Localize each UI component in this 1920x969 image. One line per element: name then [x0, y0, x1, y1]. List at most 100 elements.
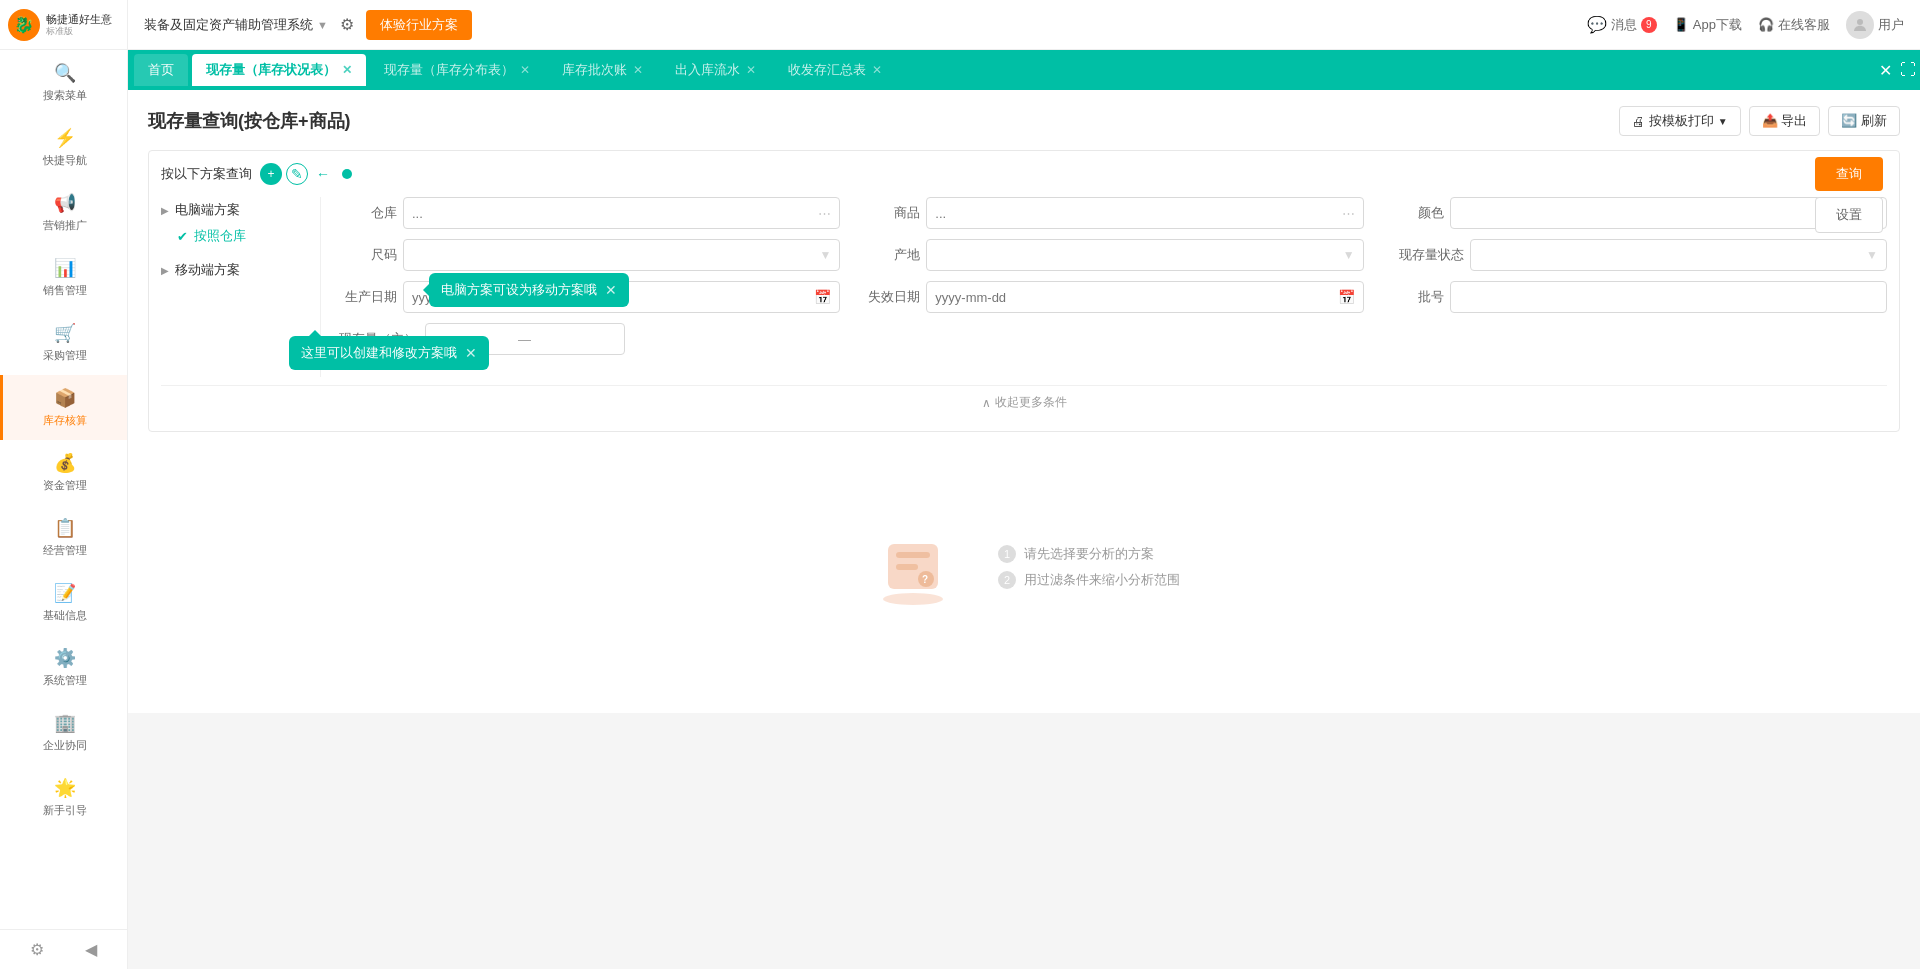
trial-button[interactable]: 体验行业方案	[366, 10, 472, 40]
sidebar-item-quicknav[interactable]: ⚡ 快捷导航	[0, 115, 127, 180]
operation-icon: 📋	[54, 517, 76, 539]
avatar	[1846, 11, 1874, 39]
search-button[interactable]: 查询	[1815, 157, 1883, 191]
svg-rect-3	[896, 552, 930, 558]
warehouse-input[interactable]	[412, 206, 818, 221]
add-scheme-button[interactable]: +	[260, 163, 282, 185]
sidebar-item-sales[interactable]: 📊 销售管理	[0, 245, 127, 310]
content-area: 现存量查询(按仓库+商品) 🖨 按模板打印 ▼ 📤 导出 🔄 刷新	[128, 90, 1920, 713]
calendar-icon-exp: 📅	[1338, 289, 1355, 305]
tab-close-inventory-dist[interactable]: ✕	[520, 63, 530, 77]
tab-receive-summary[interactable]: 收发存汇总表 ✕	[774, 54, 896, 86]
sidebar-item-enterprise[interactable]: 🏢 企业协同	[0, 700, 127, 765]
sidebar-item-purchase[interactable]: 🛒 采购管理	[0, 310, 127, 375]
tab-inventory-status[interactable]: 现存量（库存状况表） ✕	[192, 54, 366, 86]
scheme-children-pc: ✔ 按照仓库	[161, 223, 312, 249]
svg-rect-4	[896, 564, 918, 570]
page-header: 现存量查询(按仓库+商品) 🖨 按模板打印 ▼ 📤 导出 🔄 刷新	[148, 106, 1900, 136]
dropdown-arrow-icon: ▼	[317, 19, 328, 31]
toggle-mobile-icon: ▶	[161, 265, 169, 276]
export-button[interactable]: 📤 导出	[1749, 106, 1821, 136]
refresh-button[interactable]: 🔄 刷新	[1828, 106, 1900, 136]
system-selector[interactable]: 装备及固定资产辅助管理系统 ▼	[144, 16, 328, 34]
exp-date-field[interactable]	[935, 290, 1333, 305]
product-input[interactable]	[935, 206, 1341, 221]
scheme-node-pc[interactable]: ▶ 电脑端方案	[161, 197, 312, 223]
tab-inout-flow[interactable]: 出入库流水 ✕	[661, 54, 770, 86]
size-select[interactable]: ▼	[403, 239, 840, 271]
stock-status-select[interactable]: ▼	[1470, 239, 1887, 271]
main-content: 现存量查询(按仓库+商品) 🖨 按模板打印 ▼ 📤 导出 🔄 刷新	[128, 90, 1920, 969]
filter-cell-color: 颜色 ▼	[1384, 197, 1887, 229]
edit-scheme-button[interactable]: ✎	[286, 163, 308, 185]
headset-icon: 🎧	[1758, 17, 1774, 32]
topbar: 装备及固定资产辅助管理系统 ▼ ⚙ 体验行业方案 💬 消息 9 📱 App下载 …	[128, 0, 1920, 50]
batch-input-wrap[interactable]	[1450, 281, 1887, 313]
sidebar-item-finance[interactable]: 💰 资金管理	[0, 440, 127, 505]
collapse-sidebar-button[interactable]: ◀	[85, 940, 97, 959]
sales-icon: 📊	[54, 257, 76, 279]
sidebar-item-search[interactable]: 🔍 搜索菜单	[0, 50, 127, 115]
tab-close-inventory-status[interactable]: ✕	[342, 63, 352, 77]
sidebar-item-marketing[interactable]: 📢 营销推广	[0, 180, 127, 245]
printer-icon: 🖨	[1632, 114, 1645, 129]
user-item[interactable]: 用户	[1846, 11, 1904, 39]
topbar-left: 装备及固定资产辅助管理系统 ▼ ⚙ 体验行业方案	[144, 10, 472, 40]
tab-inventory-dist[interactable]: 现存量（库存分布表） ✕	[370, 54, 544, 86]
sidebar-bottom: ⚙ ◀	[0, 929, 127, 969]
origin-dropdown-arrow: ▼	[1343, 248, 1355, 262]
template-print-button[interactable]: 🖨 按模板打印 ▼	[1619, 106, 1741, 136]
guide-icon: 🌟	[54, 777, 76, 799]
origin-select[interactable]: ▼	[926, 239, 1363, 271]
range-separator: —	[518, 332, 531, 347]
back-scheme-button[interactable]: ←	[312, 163, 334, 185]
message-icon: 💬	[1587, 15, 1607, 34]
notification-item[interactable]: 💬 消息 9	[1587, 15, 1657, 34]
sidebar-item-basic[interactable]: 📝 基础信息	[0, 570, 127, 635]
tab-close-all-button[interactable]: ✕	[1879, 61, 1892, 80]
filter-cell-exp-date: 失效日期 📅	[860, 281, 1363, 313]
tab-close-batch-account[interactable]: ✕	[633, 63, 643, 77]
page-title: 现存量查询(按仓库+商品)	[148, 109, 351, 133]
toggle-pc-icon: ▶	[161, 205, 169, 216]
online-support-item[interactable]: 🎧 在线客服	[1758, 16, 1830, 34]
sidebar-item-operation[interactable]: 📋 经营管理	[0, 505, 127, 570]
sidebar-item-guide[interactable]: 🌟 新手引导	[0, 765, 127, 830]
product-input-wrap[interactable]: ⋯	[926, 197, 1363, 229]
collapse-arrow-icon: ∧	[982, 396, 991, 410]
collapse-bar[interactable]: ∧ 收起更多条件	[161, 385, 1887, 419]
notification-badge: 9	[1641, 17, 1657, 33]
warehouse-input-wrap[interactable]: ⋯	[403, 197, 840, 229]
tooltip1-close[interactable]: ✕	[605, 282, 617, 298]
filter-cell-origin: 产地 ▼	[860, 239, 1363, 271]
filter-label: 按以下方案查询	[161, 165, 252, 183]
sidebar-item-inventory[interactable]: 📦 库存核算	[0, 375, 127, 440]
filter-header: 按以下方案查询 + ✎ ←	[161, 163, 1887, 185]
dot-indicator	[342, 169, 352, 179]
reset-button[interactable]: 设置	[1815, 197, 1883, 233]
empty-illustration: ?	[868, 524, 958, 617]
scheme-node-mobile[interactable]: ▶ 移动端方案	[161, 257, 312, 283]
sidebar-menu: 🔍 搜索菜单 ⚡ 快捷导航 📢 营销推广 📊 销售管理 🛒 采购管理 📦 库存核…	[0, 50, 127, 929]
filter-cell-batch: 批号	[1384, 281, 1887, 313]
scheme-node-pc1[interactable]: ✔ 按照仓库	[177, 223, 312, 249]
tab-fullscreen-button[interactable]: ⛶	[1900, 61, 1916, 79]
sidebar-item-system[interactable]: ⚙️ 系统管理	[0, 635, 127, 700]
marketing-icon: 📢	[54, 192, 76, 214]
empty-step-2: 2 用过滤条件来缩小分析范围	[998, 571, 1180, 589]
settings-button[interactable]: ⚙	[30, 940, 44, 959]
sidebar: 🐉 畅捷通好生意 标准版 🔍 搜索菜单 ⚡ 快捷导航 📢 营销推广 📊 销售管理…	[0, 0, 128, 969]
batch-input[interactable]	[1459, 290, 1878, 305]
topbar-settings-icon[interactable]: ⚙	[340, 15, 354, 34]
tab-batch-account[interactable]: 库存批次账 ✕	[548, 54, 657, 86]
app-download-item[interactable]: 📱 App下载	[1673, 16, 1742, 34]
tab-home[interactable]: 首页	[134, 54, 188, 86]
page-actions: 🖨 按模板打印 ▼ 📤 导出 🔄 刷新	[1619, 106, 1900, 136]
calendar-icon-prod: 📅	[814, 289, 831, 305]
system-icon: ⚙️	[54, 647, 76, 669]
tab-close-receive-summary[interactable]: ✕	[872, 63, 882, 77]
exp-date-input[interactable]: 📅	[926, 281, 1363, 313]
tooltip2-close[interactable]: ✕	[465, 345, 477, 361]
tab-close-inout-flow[interactable]: ✕	[746, 63, 756, 77]
stock-status-dropdown-arrow: ▼	[1866, 248, 1878, 262]
